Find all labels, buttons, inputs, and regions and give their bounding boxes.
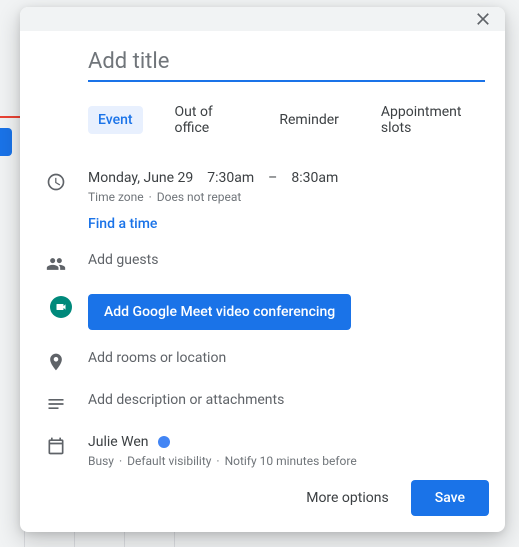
tab-out-of-office[interactable]: Out of office — [165, 98, 248, 142]
tab-reminder[interactable]: Reminder — [269, 106, 349, 134]
dialog-header — [20, 7, 505, 31]
find-a-time-link[interactable]: Find a time — [88, 216, 157, 232]
more-options-button[interactable]: More options — [300, 482, 395, 514]
calendar-owner[interactable]: Julie Wen — [88, 434, 149, 450]
event-date[interactable]: Monday, June 29 — [88, 170, 193, 186]
add-guests-field[interactable]: Add guests — [88, 252, 485, 268]
location-icon — [46, 352, 66, 372]
now-indicator — [0, 116, 20, 118]
people-icon — [46, 254, 66, 274]
close-button[interactable] — [471, 7, 495, 31]
repeat-text[interactable]: Does not repeat — [157, 190, 242, 204]
availability-text[interactable]: Busy — [88, 454, 114, 468]
add-description-field[interactable]: Add description or attachments — [88, 392, 485, 408]
add-location-field[interactable]: Add rooms or location — [88, 350, 485, 366]
event-type-tabs: Event Out of office Reminder Appointment… — [88, 98, 485, 142]
tab-appointment-slots[interactable]: Appointment slots — [371, 98, 485, 142]
existing-event-chip[interactable] — [0, 128, 12, 156]
description-icon — [46, 394, 66, 414]
event-start-time[interactable]: 7:30am — [207, 170, 254, 186]
notification-text[interactable]: Notify 10 minutes before — [225, 454, 357, 468]
event-create-dialog: Event Out of office Reminder Appointment… — [20, 7, 505, 532]
close-icon — [473, 9, 493, 29]
google-meet-icon — [50, 296, 72, 318]
save-button[interactable]: Save — [411, 480, 489, 516]
dialog-footer: More options Save — [20, 468, 505, 532]
tab-event[interactable]: Event — [88, 106, 143, 134]
title-input[interactable] — [88, 43, 485, 82]
event-end-time[interactable]: 8:30am — [291, 170, 338, 186]
clock-icon — [46, 172, 66, 192]
visibility-text[interactable]: Default visibility — [127, 454, 211, 468]
timezone-link[interactable]: Time zone — [88, 190, 144, 204]
time-dash: – — [268, 170, 277, 186]
calendar-icon — [46, 436, 66, 456]
add-google-meet-button[interactable]: Add Google Meet video conferencing — [88, 294, 351, 330]
calendar-color-dot[interactable] — [158, 436, 170, 448]
